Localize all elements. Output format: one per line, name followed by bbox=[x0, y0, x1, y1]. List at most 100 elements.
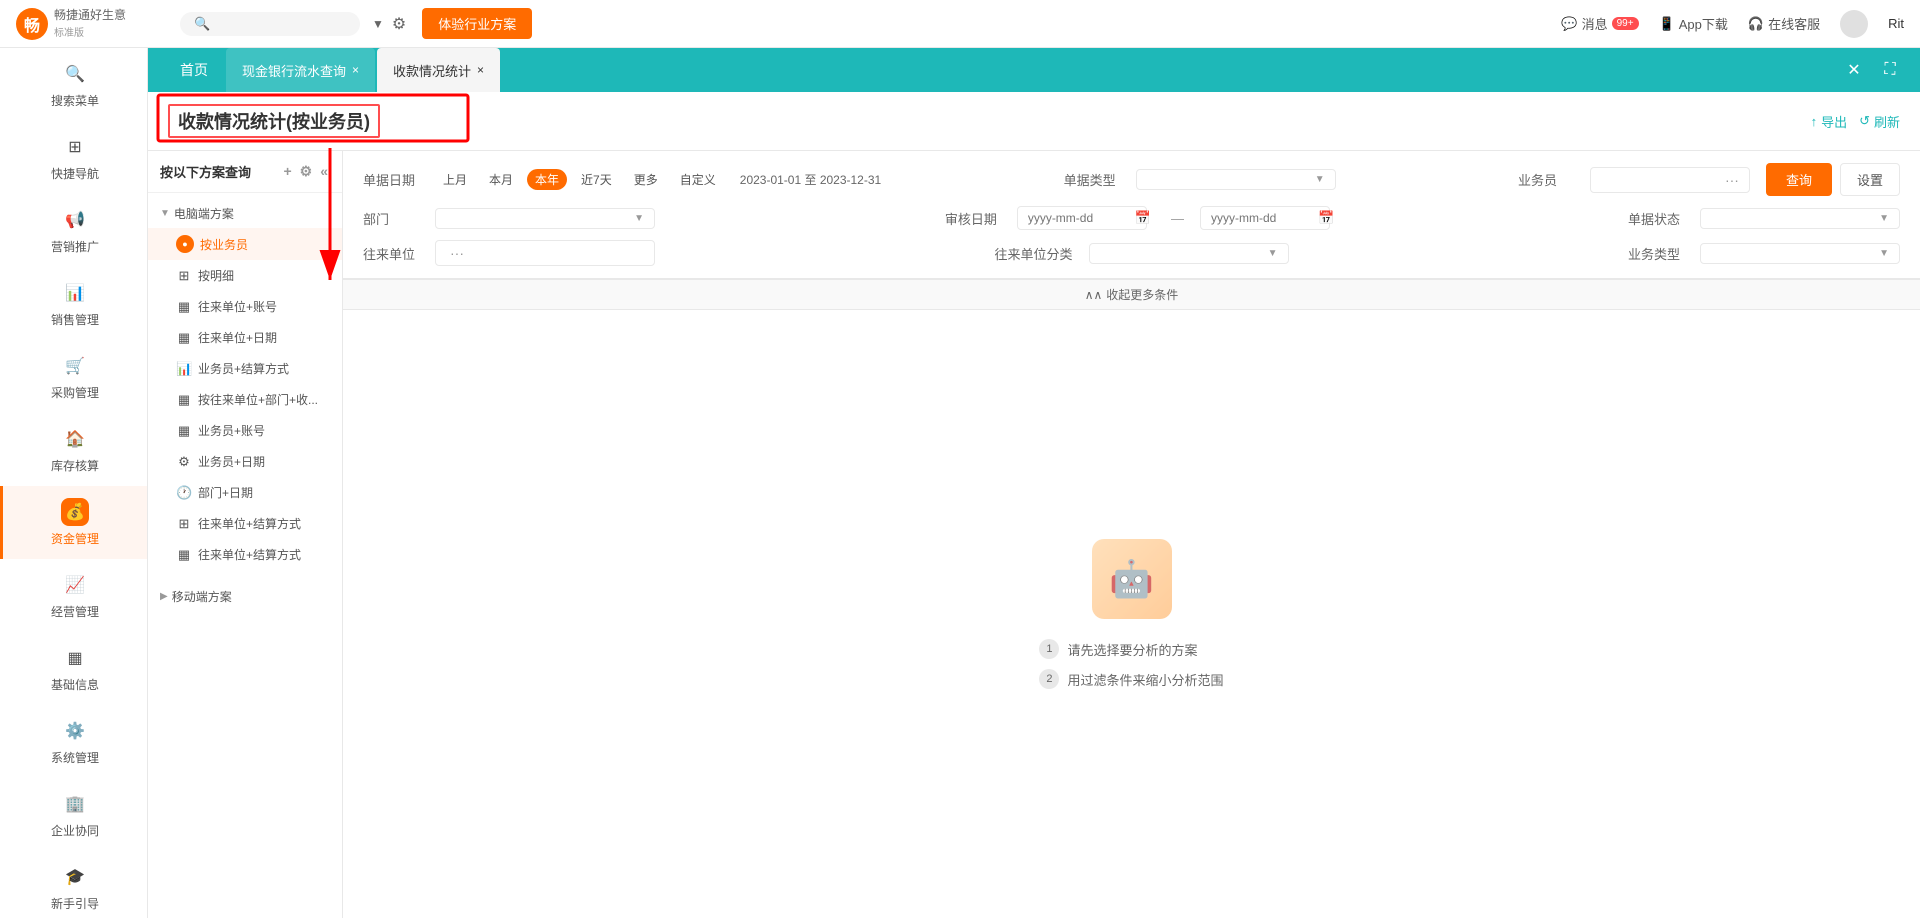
partner-category-select[interactable]: ▼ bbox=[1089, 243, 1289, 264]
tab-bank-flow-close[interactable]: × bbox=[352, 63, 359, 77]
tab-receipt-stats[interactable]: 收款情况统计 × bbox=[377, 48, 500, 92]
date-tab-last7[interactable]: 近7天 bbox=[573, 169, 620, 190]
sidebar-item-guide[interactable]: 🎓 新手引导 bbox=[0, 851, 147, 918]
tab-bank-flow[interactable]: 现金银行流水查询 × bbox=[226, 48, 375, 92]
scheme-item-partner-sett1-label: 往来单位+结算方式 bbox=[198, 515, 301, 532]
sidebar-item-quick-nav[interactable]: ⊞ 快捷导航 bbox=[0, 121, 147, 194]
date-label: 单据日期 bbox=[363, 170, 419, 189]
collapse-bar[interactable]: ∧∧ 收起更多条件 bbox=[343, 279, 1920, 310]
scheme-header-label: 按以下方案查询 bbox=[160, 162, 251, 181]
calendar-icon-from[interactable]: 📅 bbox=[1135, 210, 1151, 226]
filter-row-1: 单据日期 上月 本月 本年 近7天 更多 自定义 2023-01-01 至 20… bbox=[363, 163, 1900, 196]
empty-step-1: 1 请先选择要分析的方案 bbox=[1039, 639, 1223, 659]
date-tab-last-month[interactable]: 上月 bbox=[435, 169, 475, 190]
refresh-btn[interactable]: ↺ 刷新 bbox=[1859, 112, 1900, 131]
scheme-item-by-detail[interactable]: ⊞ 按明细 bbox=[148, 260, 342, 291]
edition-badge: 标准版 bbox=[54, 24, 126, 39]
gear-icon-top[interactable]: ⚙ bbox=[392, 14, 406, 34]
quick-nav-icon: ⊞ bbox=[61, 133, 89, 161]
headset-icon: 🎧 bbox=[1748, 16, 1764, 32]
scheme-item-by-staff[interactable]: ● 按业务员 bbox=[148, 228, 342, 260]
tab-maximize-btn[interactable]: ⛶ bbox=[1876, 56, 1904, 84]
settings-btn[interactable]: 设置 bbox=[1840, 163, 1900, 196]
staff-settlement-icon: 📊 bbox=[176, 361, 192, 377]
scheme-item-staff-account[interactable]: ▦ 业务员+账号 bbox=[148, 415, 342, 446]
logo-text-area: 畅捷通好生意 标准版 bbox=[54, 8, 126, 39]
sidebar-item-marketing[interactable]: 📢 营销推广 bbox=[0, 194, 147, 267]
sidebar-item-inventory[interactable]: 🏠 库存核算 bbox=[0, 413, 147, 486]
tab-close-btn[interactable]: ✕ bbox=[1840, 56, 1868, 84]
scheme-item-dept-date[interactable]: 🕐 部门+日期 bbox=[148, 477, 342, 508]
scheme-item-partner-date[interactable]: ▦ 往来单位+日期 bbox=[148, 322, 342, 353]
filter-row-2: 部门 ▼ 审核日期 📅 — 📅 bbox=[363, 206, 1900, 230]
empty-step-2: 2 用过滤条件来缩小分析范围 bbox=[1039, 669, 1223, 689]
sidebar-item-system[interactable]: ⚙️ 系统管理 bbox=[0, 705, 147, 778]
doc-type-label: 单据类型 bbox=[1064, 170, 1120, 189]
date-tab-custom[interactable]: 自定义 bbox=[672, 169, 724, 190]
app-download-action[interactable]: 📱 App下载 bbox=[1659, 14, 1728, 33]
page-title-actions: ↑ 导出 ↺ 刷新 bbox=[1811, 112, 1900, 131]
sales-icon: 📊 bbox=[61, 279, 89, 307]
partner-label: 往来单位 bbox=[363, 244, 419, 263]
sidebar-item-operations[interactable]: 📈 经营管理 bbox=[0, 559, 147, 632]
staff-date-icon: ⚙ bbox=[176, 454, 192, 470]
tab-home[interactable]: 首页 bbox=[164, 48, 224, 92]
date-tab-more[interactable]: 更多 bbox=[626, 169, 666, 190]
partner-select[interactable]: ··· bbox=[435, 240, 655, 266]
scheme-item-partner-settlement2[interactable]: ▦ 往来单位+结算方式 bbox=[148, 539, 342, 570]
online-service-action[interactable]: 🎧 在线客服 bbox=[1748, 14, 1820, 33]
export-label: 导出 bbox=[1821, 112, 1847, 131]
query-btn[interactable]: 查询 bbox=[1766, 163, 1832, 196]
sidebar-label-marketing: 营销推广 bbox=[51, 238, 99, 255]
sidebar-item-sales[interactable]: 📊 销售管理 bbox=[0, 267, 147, 340]
doc-type-select[interactable]: ▼ bbox=[1136, 169, 1336, 190]
search-bar-top[interactable]: 🔍 bbox=[180, 12, 360, 36]
step-1-num: 1 bbox=[1039, 639, 1059, 659]
finance-icon: 💰 bbox=[61, 498, 89, 526]
dropdown-arrow[interactable]: ▼ bbox=[372, 16, 384, 31]
date-tab-this-year[interactable]: 本年 bbox=[527, 169, 567, 190]
trial-btn[interactable]: 体验行业方案 bbox=[422, 8, 532, 39]
export-btn[interactable]: ↑ 导出 bbox=[1811, 112, 1848, 131]
logo-text: 畅捷通好生意 bbox=[54, 8, 126, 24]
page-title: 收款情况统计(按业务员) bbox=[168, 104, 380, 138]
scheme-add-btn[interactable]: + bbox=[281, 161, 293, 182]
sidebar-item-search[interactable]: 🔍 搜索菜单 bbox=[0, 48, 147, 121]
scheme-item-partner-date-label: 往来单位+日期 bbox=[198, 329, 277, 346]
desktop-arrow-icon: ▼ bbox=[160, 208, 170, 219]
scheme-item-partner-dept-receipt[interactable]: ▦ 按往来单位+部门+收... bbox=[148, 384, 342, 415]
scheme-item-by-staff-label: 按业务员 bbox=[200, 236, 248, 253]
review-date-from[interactable] bbox=[1017, 206, 1147, 230]
scheme-section-desktop-header[interactable]: ▼ 电脑端方案 bbox=[148, 199, 342, 228]
tab-receipt-stats-close[interactable]: × bbox=[477, 63, 484, 77]
sidebar-item-basic-info[interactable]: ▦ 基础信息 bbox=[0, 632, 147, 705]
scheme-item-partner-settlement1[interactable]: ⊞ 往来单位+结算方式 bbox=[148, 508, 342, 539]
doc-status-select[interactable]: ▼ bbox=[1700, 208, 1900, 229]
scheme-item-partner-account[interactable]: ▦ 往来单位+账号 bbox=[148, 291, 342, 322]
operations-icon: 📈 bbox=[61, 571, 89, 599]
sidebar-item-cooperation[interactable]: 🏢 企业协同 bbox=[0, 778, 147, 851]
business-type-select[interactable]: ▼ bbox=[1700, 243, 1900, 264]
app-download-label: App下载 bbox=[1679, 14, 1728, 33]
inventory-icon: 🏠 bbox=[61, 425, 89, 453]
staff-more-icon[interactable]: ··· bbox=[1725, 172, 1739, 188]
partner-dots-icon[interactable]: ··· bbox=[450, 245, 464, 261]
export-icon: ↑ bbox=[1811, 114, 1818, 129]
sidebar-item-purchase[interactable]: 🛒 采购管理 bbox=[0, 340, 147, 413]
dept-select[interactable]: ▼ bbox=[435, 208, 655, 229]
scheme-section-mobile-header[interactable]: ▶ 移动端方案 bbox=[148, 582, 342, 611]
staff-select[interactable]: ··· bbox=[1590, 167, 1750, 193]
scheme-item-staff-date[interactable]: ⚙ 业务员+日期 bbox=[148, 446, 342, 477]
review-date-to[interactable] bbox=[1200, 206, 1330, 230]
scheme-item-staff-settlement-label: 业务员+结算方式 bbox=[198, 360, 289, 377]
scheme-item-staff-settlement[interactable]: 📊 业务员+结算方式 bbox=[148, 353, 342, 384]
page-title-bar: 收款情况统计(按业务员) ↑ 导出 ↺ 刷新 bbox=[148, 92, 1920, 151]
date-tab-this-month[interactable]: 本月 bbox=[481, 169, 521, 190]
scheme-collapse-btn[interactable]: « bbox=[318, 161, 330, 182]
calendar-icon-to[interactable]: 📅 bbox=[1318, 210, 1334, 226]
sidebar-item-finance[interactable]: 💰 资金管理 bbox=[0, 486, 147, 559]
user-avatar[interactable] bbox=[1840, 10, 1868, 38]
sidebar-label-finance: 资金管理 bbox=[51, 530, 99, 547]
scheme-settings-btn[interactable]: ⚙ bbox=[298, 161, 315, 182]
message-action[interactable]: 💬 消息 99+ bbox=[1561, 14, 1638, 33]
